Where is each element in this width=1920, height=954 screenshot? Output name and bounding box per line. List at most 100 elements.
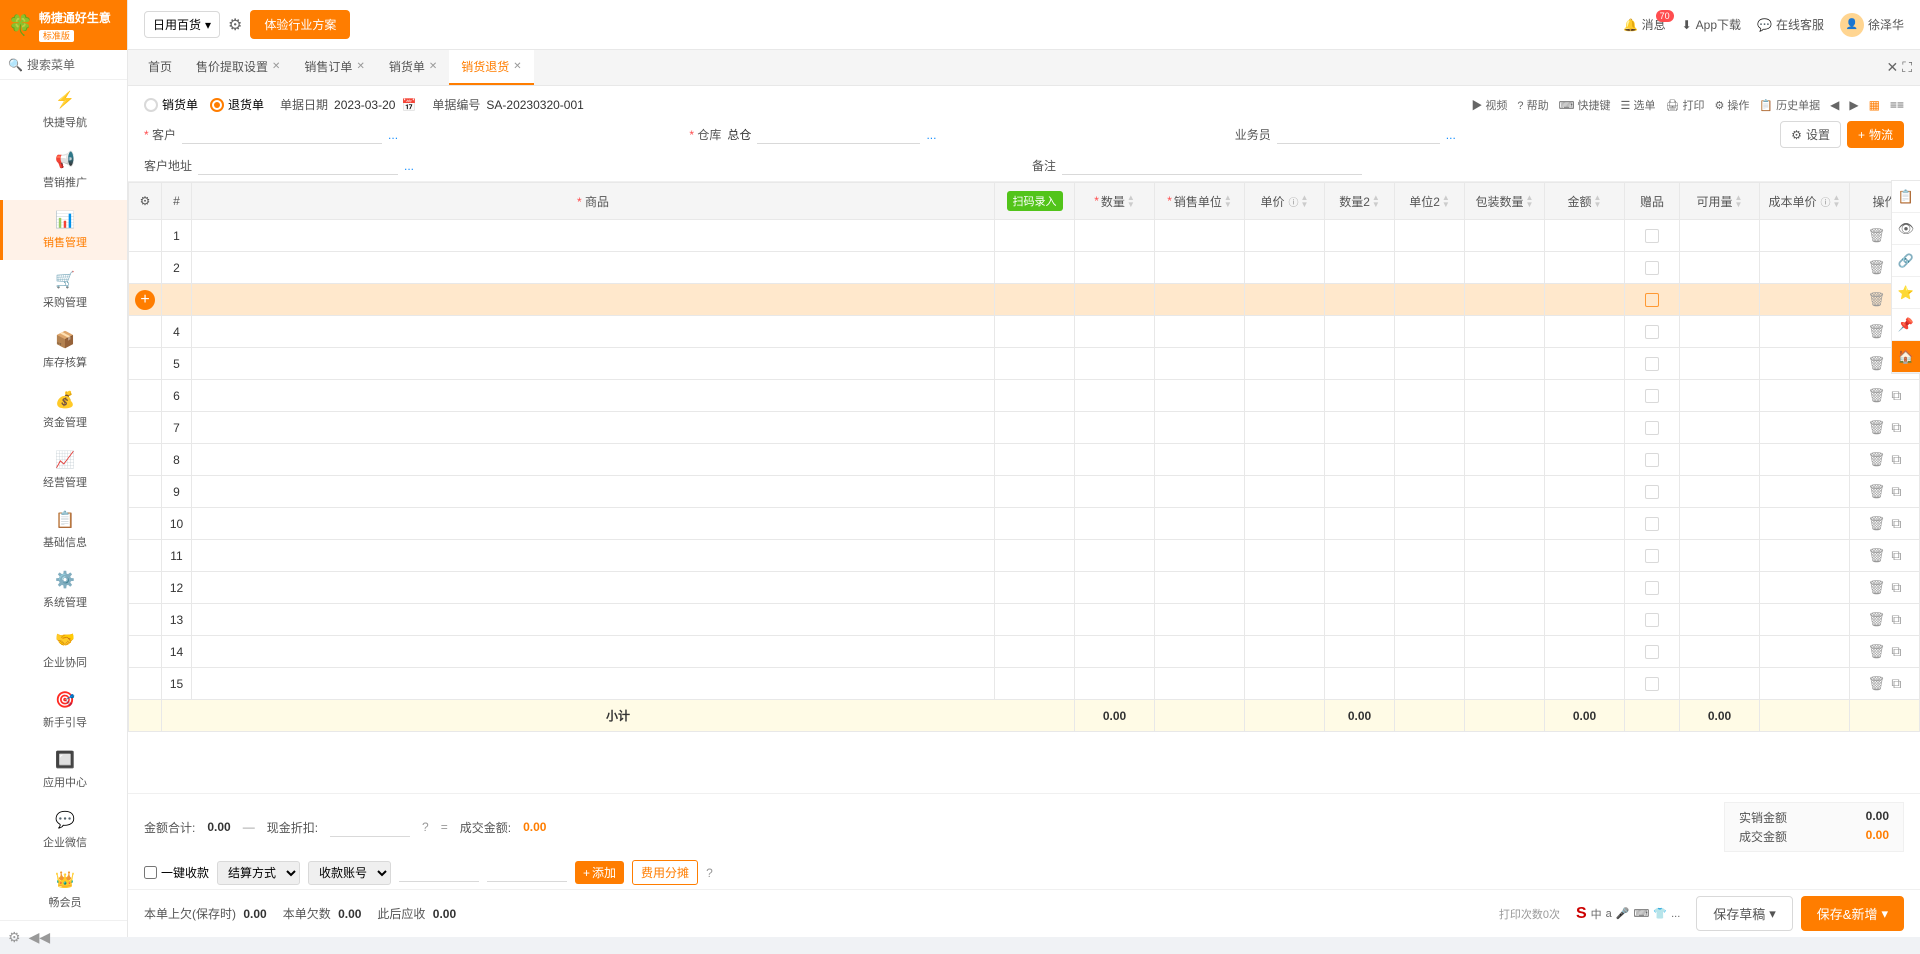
qty2-cell[interactable] — [1325, 220, 1395, 252]
delete-row-icon[interactable]: 🗑 — [1868, 451, 1886, 468]
sidebar-item-operations[interactable]: 📈 经营管理 — [0, 440, 127, 500]
unit2-cell[interactable] — [1395, 220, 1465, 252]
tab-sales-order-close[interactable]: ✕ — [356, 61, 364, 72]
sidebar-item-wechat[interactable]: 💬 企业微信 — [0, 800, 127, 860]
delete-row-icon[interactable]: 🗑 — [1868, 643, 1886, 660]
tab-sales-return[interactable]: 销货退货 ✕ — [449, 50, 533, 85]
product-input-cell[interactable] — [192, 284, 995, 316]
gift-checkbox[interactable] — [1645, 485, 1659, 499]
grid-view-icon[interactable]: ▦ — [1869, 98, 1880, 112]
one-key-payment-checkbox[interactable]: 一键收款 — [144, 864, 209, 881]
remark-input[interactable] — [1062, 156, 1362, 175]
question-icon[interactable]: ? — [422, 820, 429, 834]
save-new-button[interactable]: 保存&新增 ▾ — [1801, 896, 1904, 931]
side-icon-clipboard[interactable]: 📋 — [1892, 181, 1920, 213]
prev-doc-icon[interactable]: ◀ — [1830, 98, 1839, 112]
gift-checkbox[interactable] — [1645, 517, 1659, 531]
tab-sales-delivery[interactable]: 销货单 ✕ — [377, 50, 449, 85]
gift-checkbox[interactable] — [1645, 549, 1659, 563]
industry-select[interactable]: 日用百货 ▾ — [144, 11, 220, 38]
sales-unit-sort[interactable]: ▲▼ — [1224, 194, 1232, 208]
add-payment-button[interactable]: + 添加 — [575, 861, 624, 884]
cost-info-icon[interactable]: ⓘ — [1821, 194, 1831, 209]
th-available[interactable]: 可用量 ▲▼ — [1680, 183, 1760, 220]
sidebar-item-purchase[interactable]: 🛒 采购管理 — [0, 260, 127, 320]
input-icon-1[interactable]: 中 — [1591, 906, 1602, 922]
sidebar-settings-btn[interactable]: ⚙ — [8, 929, 21, 946]
logistics-button[interactable]: + 物流 — [1847, 121, 1904, 148]
next-doc-icon[interactable]: ▶ — [1849, 98, 1858, 112]
warehouse-input[interactable] — [757, 125, 920, 144]
copy-row-icon[interactable]: ⧉ — [1891, 483, 1901, 500]
gift-checkbox[interactable] — [1645, 581, 1659, 595]
account-no-input[interactable] — [399, 863, 479, 882]
online-service-link[interactable]: 💬 在线客服 — [1757, 16, 1824, 33]
cost-sort[interactable]: ▲▼ — [1833, 194, 1841, 208]
address-input[interactable] — [198, 156, 398, 175]
th-quantity[interactable]: * 数量 ▲▼ — [1075, 183, 1155, 220]
th-package-qty[interactable]: 包装数量 ▲▼ — [1465, 183, 1545, 220]
side-icon-home[interactable]: 🏠 — [1892, 341, 1920, 373]
gift-checkbox[interactable] — [1645, 357, 1659, 371]
message-center[interactable]: 🔔 消息 70 — [1623, 16, 1665, 33]
gift-checkbox[interactable] — [1645, 229, 1659, 243]
copy-row-icon[interactable]: ⧉ — [1891, 387, 1901, 404]
tab-sales-return-close[interactable]: ✕ — [513, 61, 521, 72]
address-ellipsis[interactable]: ... — [404, 159, 414, 173]
toolbar-print[interactable]: 🖨 打印 — [1665, 97, 1704, 113]
delete-row-icon[interactable]: 🗑 — [1868, 387, 1886, 404]
delete-row-icon[interactable]: 🗑 — [1868, 515, 1886, 532]
toolbar-shortcut[interactable]: ⌨ 快捷键 — [1559, 97, 1611, 113]
fee-split-button[interactable]: 费用分摊 — [632, 860, 698, 885]
maximize-icon[interactable]: ⛶ — [1902, 59, 1912, 76]
sidebar-item-quick-nav[interactable]: ⚡ 快捷导航 — [0, 80, 127, 140]
amount-input[interactable] — [487, 863, 567, 882]
radio-return[interactable]: 退货单 — [210, 96, 264, 113]
delete-row-icon[interactable]: 🗑 — [1868, 419, 1886, 436]
package-sort[interactable]: ▲▼ — [1526, 194, 1534, 208]
tab-price-setting-close[interactable]: ✕ — [272, 61, 280, 72]
copy-row-icon[interactable]: ⧉ — [1891, 419, 1901, 436]
app-download-link[interactable]: ⬇ App下载 — [1682, 16, 1741, 33]
product-cell[interactable] — [192, 220, 995, 252]
settlement-method-select[interactable]: 结算方式 — [217, 861, 300, 885]
gift-checkbox[interactable] — [1645, 421, 1659, 435]
th-gift[interactable]: 赠品 — [1625, 183, 1680, 220]
experience-plan-button[interactable]: 体验行业方案 — [250, 10, 350, 39]
unit-price-info-icon[interactable]: ⓘ — [1289, 194, 1299, 209]
copy-row-icon[interactable]: ⧉ — [1891, 547, 1901, 564]
unit2-sort[interactable]: ▲▼ — [1442, 194, 1450, 208]
settings-button[interactable]: ⚙ 设置 — [1780, 121, 1841, 148]
user-profile[interactable]: 👤 徐泽华 — [1840, 13, 1904, 37]
sidebar-item-finance[interactable]: 💰 资金管理 — [0, 380, 127, 440]
topbar-gear-icon[interactable]: ⚙ — [228, 15, 242, 35]
copy-row-icon[interactable]: ⧉ — [1891, 675, 1901, 692]
delete-row-icon[interactable]: 🗑 — [1868, 291, 1886, 308]
input-icon-5[interactable]: 👕 — [1653, 907, 1667, 920]
warehouse-ellipsis[interactable]: ... — [926, 128, 936, 142]
one-key-payment-input[interactable] — [144, 866, 157, 879]
sidebar-item-basics[interactable]: 📋 基础信息 — [0, 500, 127, 560]
fee-help-icon[interactable]: ? — [706, 866, 713, 880]
gift-checkbox[interactable] — [1645, 453, 1659, 467]
th-quantity2[interactable]: 数量2 ▲▼ — [1325, 183, 1395, 220]
th-cost-price[interactable]: 成本单价 ⓘ ▲▼ — [1760, 183, 1850, 220]
gift-checkbox[interactable] — [1645, 645, 1659, 659]
delete-row-icon[interactable]: 🗑 — [1868, 675, 1886, 692]
add-row-button[interactable]: + — [135, 290, 155, 310]
product-input[interactable] — [198, 293, 988, 307]
amount-cell[interactable] — [1545, 220, 1625, 252]
gift-checkbox[interactable] — [1645, 677, 1659, 691]
tab-sales-delivery-close[interactable]: ✕ — [429, 61, 437, 72]
sidebar-search[interactable]: 🔍 搜索菜单 — [0, 50, 127, 80]
quantity-cell[interactable] — [1075, 220, 1155, 252]
th-scan[interactable]: 扫码录入 — [995, 183, 1075, 220]
delete-row-icon[interactable]: 🗑 — [1868, 547, 1886, 564]
delete-row-icon[interactable]: 🗑 — [1868, 611, 1886, 628]
th-unit-price[interactable]: 单价 ⓘ ▲▼ — [1245, 183, 1325, 220]
input-icon-2[interactable]: a — [1606, 908, 1612, 920]
gift-checkbox[interactable] — [1645, 389, 1659, 403]
customer-ellipsis[interactable]: ... — [388, 128, 398, 142]
sales-unit-cell[interactable] — [1155, 220, 1245, 252]
copy-row-icon[interactable]: ⧉ — [1891, 579, 1901, 596]
